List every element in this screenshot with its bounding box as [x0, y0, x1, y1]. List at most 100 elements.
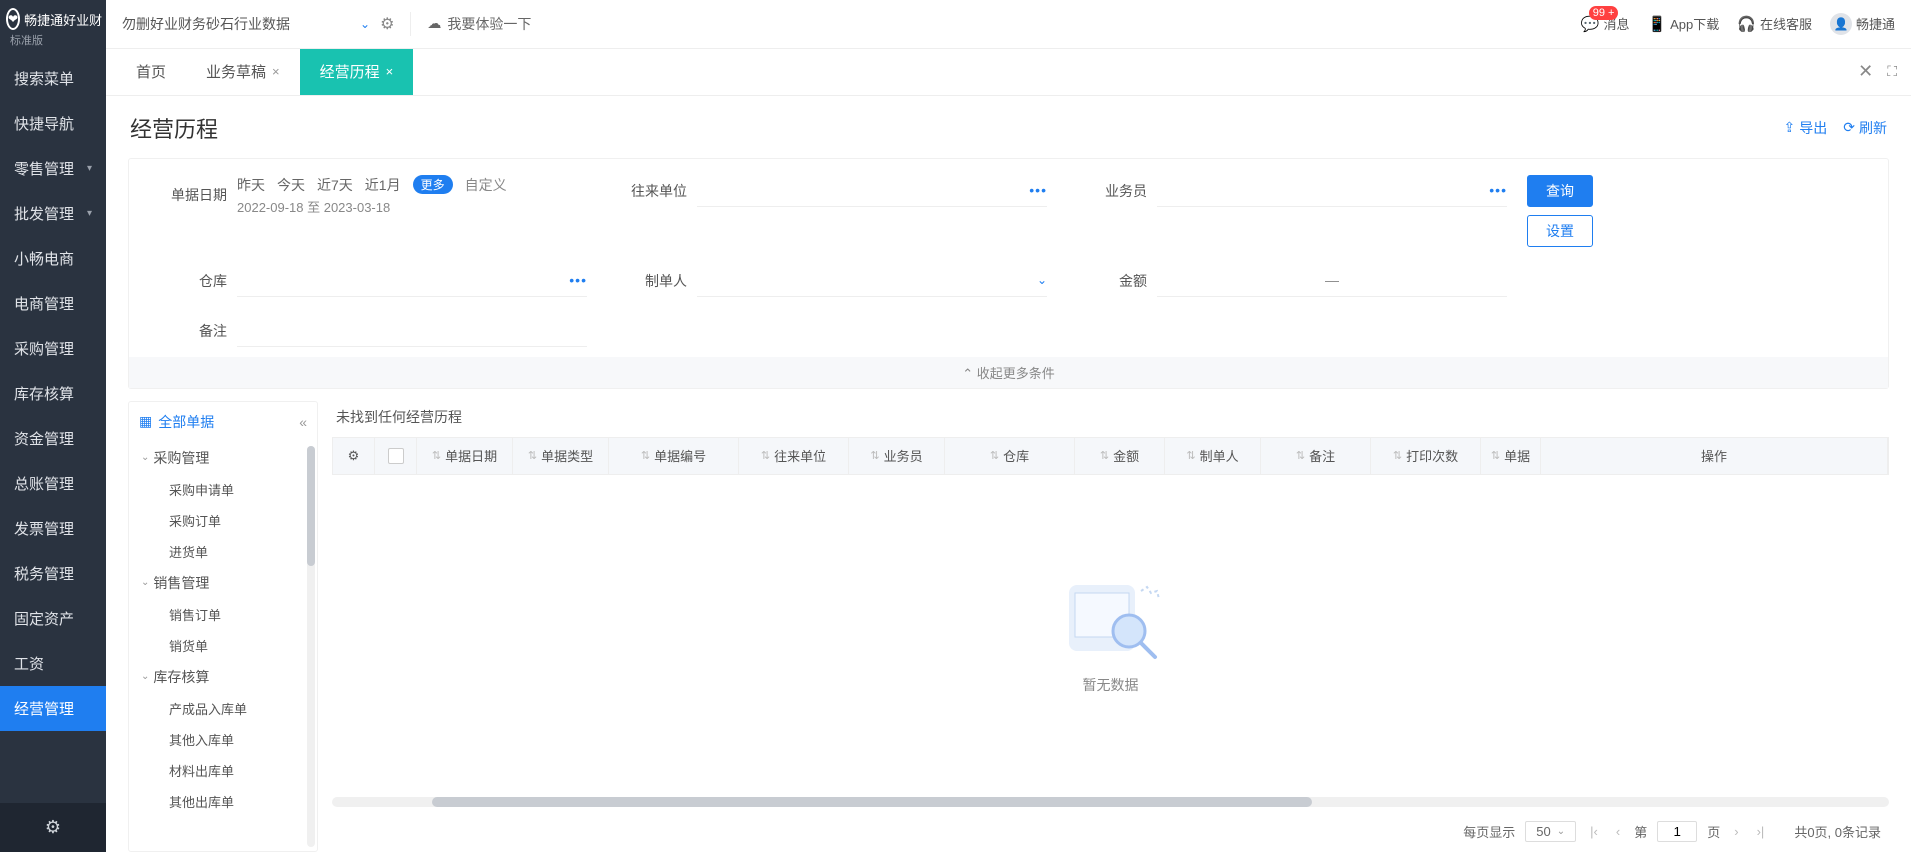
prev-page-button[interactable]: ‹ [1612, 824, 1624, 839]
tree-leaf-0-0[interactable]: 采购申请单 [133, 474, 313, 505]
collapse-filters-button[interactable]: ⌃ 收起更多条件 [129, 357, 1888, 388]
filter-amount: 金额 — [1067, 265, 1507, 297]
column-label: 单据 [1504, 446, 1530, 465]
tree-leaf-1-1[interactable]: 销货单 [133, 630, 313, 661]
try-link[interactable]: ☁ 我要体验一下 [427, 14, 531, 34]
export-label: 导出 [1799, 118, 1827, 138]
close-icon[interactable]: × [386, 64, 394, 79]
horizontal-scrollbar[interactable] [332, 797, 1889, 807]
filter-warehouse-input[interactable]: ••• [237, 265, 587, 297]
tab-0[interactable]: 首页 [116, 49, 186, 95]
date-tag-today[interactable]: 今天 [277, 175, 305, 195]
doc-tree-title[interactable]: 全部单据 [158, 412, 214, 432]
brand-icon: ❤ [6, 8, 20, 30]
next-page-button[interactable]: › [1730, 824, 1742, 839]
filter-salesman-input[interactable]: ••• [1157, 175, 1507, 207]
sidebar-item-0[interactable]: 搜索菜单 [0, 56, 106, 101]
sidebar-nav: 搜索菜单快捷导航零售管理▾批发管理▾小畅电商电商管理采购管理库存核算资金管理总账… [0, 56, 106, 731]
chevron-down-icon: ⌄ [360, 17, 370, 31]
sidebar-item-3[interactable]: 批发管理▾ [0, 191, 106, 236]
customer-service-button[interactable]: 🎧 在线客服 [1737, 14, 1812, 33]
filter-remark-input[interactable] [237, 315, 587, 347]
tree-leaf-0-2[interactable]: 进货单 [133, 536, 313, 567]
tree-leaf-2-1[interactable]: 其他入库单 [133, 724, 313, 755]
tree-leaf-2-3[interactable]: 其他出库单 [133, 786, 313, 817]
filter-settings-button[interactable]: 设置 [1527, 215, 1593, 247]
column-header-6[interactable]: ⇅金额 [1075, 438, 1165, 474]
column-header-5[interactable]: ⇅仓库 [945, 438, 1075, 474]
column-header-10[interactable]: ⇅单据 [1481, 438, 1541, 474]
column-header-0[interactable]: ⇅单据日期 [417, 438, 513, 474]
last-page-button[interactable]: ›| [1753, 824, 1769, 839]
headset-icon: 🎧 [1737, 15, 1756, 33]
filter-date-label: 单据日期 [147, 185, 237, 205]
filter-creator-select[interactable]: ⌄ [697, 265, 1047, 297]
sidebar-item-7[interactable]: 库存核算 [0, 371, 106, 416]
brand-name: 畅捷通好业财 [24, 10, 102, 29]
refresh-button[interactable]: ⟳ 刷新 [1843, 118, 1887, 138]
table-header: ⚙ ⇅单据日期⇅单据类型⇅单据编号⇅往来单位⇅业务员⇅仓库⇅金额⇅制单人⇅备注⇅… [332, 437, 1889, 475]
column-header-1[interactable]: ⇅单据类型 [513, 438, 609, 474]
column-header-4[interactable]: ⇅业务员 [849, 438, 945, 474]
fullscreen-icon[interactable]: ⛶ [1887, 63, 1897, 80]
tree-group-2[interactable]: ⌄库存核算 [133, 661, 313, 693]
tab-1[interactable]: 业务草稿× [186, 49, 300, 95]
user-menu[interactable]: 👤 畅捷通 [1830, 13, 1895, 35]
close-icon[interactable]: × [272, 64, 280, 79]
column-header-8[interactable]: ⇅备注 [1261, 438, 1371, 474]
tree-leaf-1-0[interactable]: 销售订单 [133, 599, 313, 630]
tree-group-1[interactable]: ⌄销售管理 [133, 567, 313, 599]
per-page-select[interactable]: 50 ⌄ [1525, 821, 1576, 842]
filter-date: 单据日期 昨天 今天 近7天 近1月 更多 自定义 2022-09-18 至 2… [147, 175, 587, 216]
sidebar-item-10[interactable]: 发票管理 [0, 506, 106, 551]
column-settings-button[interactable]: ⚙ [333, 438, 375, 474]
date-tag-yesterday[interactable]: 昨天 [237, 175, 265, 195]
context-switcher[interactable]: 勿删好业财务砂石行业数据 ⌄ ⚙ [122, 14, 394, 34]
collapse-left-icon[interactable]: « [299, 414, 307, 430]
tree-leaf-0-1[interactable]: 采购订单 [133, 505, 313, 536]
column-header-2[interactable]: ⇅单据编号 [609, 438, 739, 474]
sidebar-item-9[interactable]: 总账管理 [0, 461, 106, 506]
export-button[interactable]: ⇪ 导出 [1784, 118, 1828, 138]
column-header-9[interactable]: ⇅打印次数 [1371, 438, 1481, 474]
empty-state: 暂无数据 [332, 475, 1889, 793]
tree-leaf-2-0[interactable]: 产成品入库单 [133, 693, 313, 724]
date-tag-7days[interactable]: 近7天 [317, 175, 353, 195]
sidebar-item-13[interactable]: 工资 [0, 641, 106, 686]
tree-group-0[interactable]: ⌄采购管理 [133, 442, 313, 474]
close-tabs-icon[interactable]: ✕ [1858, 61, 1873, 82]
tab-2[interactable]: 经营历程× [300, 49, 414, 95]
date-custom-button[interactable]: 自定义 [465, 175, 507, 195]
context-gear-icon[interactable]: ⚙ [380, 14, 394, 34]
sidebar-item-2[interactable]: 零售管理▾ [0, 146, 106, 191]
column-header-7[interactable]: ⇅制单人 [1165, 438, 1261, 474]
date-tag-1month[interactable]: 近1月 [365, 175, 401, 195]
grid-icon: ▦ [139, 413, 152, 430]
sidebar-item-11[interactable]: 税务管理 [0, 551, 106, 596]
collapse-filters-label: 收起更多条件 [977, 366, 1055, 381]
sidebar-item-6[interactable]: 采购管理 [0, 326, 106, 371]
select-all-checkbox[interactable] [375, 438, 417, 474]
column-header-3[interactable]: ⇅往来单位 [739, 438, 849, 474]
sidebar-item-1[interactable]: 快捷导航 [0, 101, 106, 146]
messages-button[interactable]: 💬 消息 99 + [1581, 14, 1630, 33]
scrollbar-thumb[interactable] [307, 446, 315, 566]
filter-amount-range[interactable]: — [1157, 265, 1507, 297]
scrollbar-thumb[interactable] [432, 797, 1312, 807]
app-download-button[interactable]: 📱 App下载 [1647, 14, 1719, 33]
page-input[interactable] [1657, 821, 1697, 842]
tree-leaf-2-2[interactable]: 材料出库单 [133, 755, 313, 786]
filter-partner-input[interactable]: ••• [697, 175, 1047, 207]
first-page-button[interactable]: |‹ [1586, 824, 1602, 839]
sidebar-item-8[interactable]: 资金管理 [0, 416, 106, 461]
query-button[interactable]: 查询 [1527, 175, 1593, 207]
sidebar-item-12[interactable]: 固定资产 [0, 596, 106, 641]
sort-icon: ⇅ [1296, 449, 1305, 462]
sort-icon: ⇅ [432, 449, 441, 462]
filter-remark-label: 备注 [147, 321, 237, 341]
sidebar-item-5[interactable]: 电商管理 [0, 281, 106, 326]
sidebar-item-14[interactable]: 经营管理 [0, 686, 106, 731]
date-more-button[interactable]: 更多 [413, 175, 453, 194]
sidebar-item-4[interactable]: 小畅电商 [0, 236, 106, 281]
sidebar-settings[interactable]: ⚙ [0, 803, 106, 852]
